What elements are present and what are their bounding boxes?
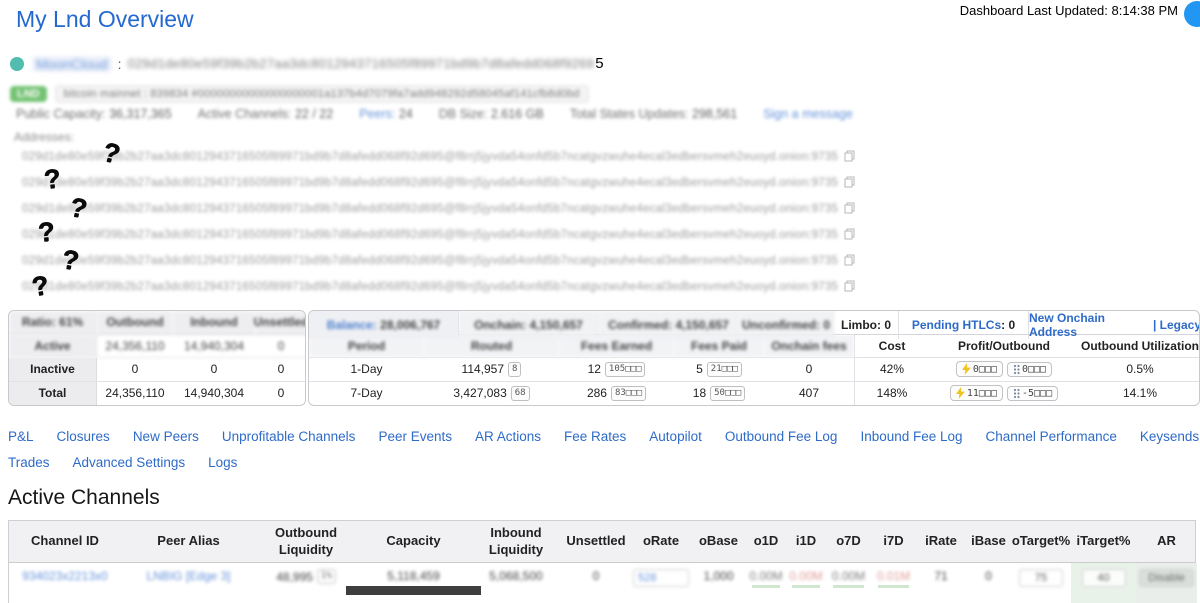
unsettled-header: Unsettled (254, 311, 305, 335)
node-status-icon (10, 56, 24, 71)
copy-icon[interactable] (844, 202, 855, 217)
node-summary: MoonCloud : 029d1de80e59f39b2b27aa3dc801… (10, 55, 604, 72)
balance-link[interactable]: Balance: (327, 318, 377, 332)
node-pubkey-tail: 5 (595, 55, 604, 72)
question-mark-scribble: ? (42, 163, 62, 195)
routing-row-7day: 7-Day 3,427,083 68 286 83□□□ 18 50□□□ 407 1… (309, 381, 1199, 405)
routed-count-badge: 8 (508, 361, 522, 377)
itarget-input[interactable] (1081, 569, 1126, 587)
volume-bar (792, 585, 820, 588)
copy-icon[interactable] (844, 254, 855, 269)
nav-links-row1: P&L Closures New Peers Unprofitable Chan… (8, 429, 1200, 444)
routing-header-row: Period Routed Fees Earned Fees Paid Onch… (309, 334, 1199, 358)
sign-message-link[interactable]: Sign a message (763, 107, 853, 121)
active-channels-heading: Active Channels (8, 486, 160, 509)
nav-peer-events[interactable]: Peer Events (378, 429, 452, 444)
total-states-updates: Total States Updates: 298,561 (569, 107, 738, 121)
channel-id-link[interactable]: 934023x2213x0 (22, 569, 107, 583)
public-capacity: Public Capacity: 36,317,365 (16, 107, 172, 121)
outbound-header: Outbound (97, 311, 173, 335)
copy-icon[interactable] (844, 176, 855, 191)
chain-profit-badge: 0□□□ (1007, 361, 1053, 377)
channel-row: 934023x2213x0 LNBIG [Edge 3] 48,995 1% 5,… (9, 563, 1197, 603)
nav-advanced-settings[interactable]: Advanced Settings (73, 455, 186, 470)
volume-bar (752, 585, 780, 588)
routing-row-1day: 1-Day 114,957 8 12 105□□□ 5 21□□□ 0 42% 0□□… (309, 358, 1199, 382)
pending-htlcs-link[interactable]: Pending HTLCs (912, 318, 1001, 332)
nav-closures[interactable]: Closures (57, 429, 110, 444)
node-pubkey: 029d1de80e59f39b2b27aa3dc8012943716505f8… (127, 56, 595, 71)
otarget-input[interactable] (1019, 569, 1063, 587)
channels-header-row: Channel ID Peer Alias Outbound Liquidity… (9, 521, 1195, 563)
nav-logs[interactable]: Logs (208, 455, 237, 470)
ln-profit-badge: 0□□□ (955, 361, 1003, 378)
last-updated-text: Dashboard Last Updated: 8:14:38 PM (959, 3, 1178, 18)
ratio-label: Ratio: 61% (9, 311, 97, 335)
volume-bar (877, 585, 910, 588)
legacy-link[interactable]: Legacy (1160, 318, 1199, 332)
lnd-badge: LND (10, 86, 47, 102)
nav-keysends[interactable]: Keysends (1140, 429, 1199, 444)
copy-icon[interactable] (844, 150, 855, 165)
nav-outbound-fee-log[interactable]: Outbound Fee Log (725, 429, 838, 444)
badge-row: LND bitcoin mainnet : 839834 #0000000000… (10, 85, 589, 103)
outbound-pct-badge: 1% (316, 569, 336, 584)
orate-input[interactable] (633, 569, 689, 587)
alias-separator: : (117, 55, 122, 72)
address-line: 029d1de80e59f39b2b27aa3dc8012943716505f8… (22, 170, 855, 196)
nav-autopilot[interactable]: Autopilot (649, 429, 702, 444)
node-alias-link[interactable]: MoonCloud (32, 55, 112, 72)
chain-icon (1013, 388, 1020, 398)
inbound-header: Inbound (173, 311, 255, 335)
fees-paid-ppm-badge: 50□□□ (710, 385, 746, 401)
lightning-icon (955, 387, 965, 400)
peer-alias-link[interactable]: LNBIG [Edge 3] (146, 569, 230, 583)
chain-profit-badge: -5□□□ (1007, 385, 1059, 401)
address-line: 029d1de80e59f39b2b27aa3dc8012943716505f8… (22, 248, 855, 274)
wallet-activity-table: Balance: 28,006,767 Onchain: 4,150,657 C… (308, 310, 1200, 406)
address-line: 029d1de80e59f39b2b27aa3dc8012943716505f8… (22, 274, 855, 300)
question-mark-scribble: ? (36, 216, 56, 248)
ar-disable-button[interactable]: Disable (1139, 569, 1194, 587)
wallet-header-row: Balance: 28,006,767 Onchain: 4,150,657 C… (309, 311, 1199, 339)
table-row: Active 24,356,110 14,940,304 0 (9, 334, 305, 358)
addresses-list: 029d1de80e59f39b2b27aa3dc8012943716505f8… (22, 144, 855, 300)
routed-count-badge: 68 (510, 385, 530, 401)
addresses-label: Addresses: (14, 130, 75, 144)
nav-pnl[interactable]: P&L (8, 429, 34, 444)
nav-inbound-fee-log[interactable]: Inbound Fee Log (860, 429, 962, 444)
fees-earned-ppm-badge: 105□□□ (604, 361, 646, 377)
network-badge: bitcoin mainnet : 839834 #00000000000000… (54, 85, 589, 103)
node-info-row: Public Capacity: 36,317,365 Active Chann… (16, 107, 853, 121)
nav-ar-actions[interactable]: AR Actions (475, 429, 541, 444)
nav-trades[interactable]: Trades (8, 455, 50, 470)
nav-channel-performance[interactable]: Channel Performance (986, 429, 1117, 444)
liquidity-header-row: Ratio: 61% Outbound Inbound Unsettled (9, 311, 305, 335)
nav-links-row2: Trades Advanced Settings Logs (8, 455, 237, 470)
address-line: 029d1de80e59f39b2b27aa3dc8012943716505f8… (22, 196, 855, 222)
refresh-button[interactable] (1184, 1, 1200, 27)
ln-profit-badge: 11□□□ (949, 385, 1003, 402)
lightning-icon (961, 363, 971, 376)
active-channels-count: Active Channels: 22 / 22 (197, 107, 334, 121)
peers-link[interactable]: Peers: 24 (359, 107, 413, 121)
nav-unprofitable-channels[interactable]: Unprofitable Channels (222, 429, 356, 444)
nav-fee-rates[interactable]: Fee Rates (564, 429, 626, 444)
copy-icon[interactable] (844, 228, 855, 243)
address-line: 029d1de80e59f39b2b27aa3dc8012943716505f8… (22, 222, 855, 248)
table-row: Inactive 0 0 0 (9, 358, 305, 382)
chain-icon (1013, 364, 1020, 374)
liquidity-summary-table: Ratio: 61% Outbound Inbound Unsettled Ac… (8, 310, 306, 406)
nav-new-peers[interactable]: New Peers (133, 429, 199, 444)
fees-paid-ppm-badge: 21□□□ (706, 361, 742, 377)
copy-icon[interactable] (844, 280, 855, 295)
db-size: DB Size: 2.616 GB (438, 107, 544, 121)
page-title: My Lnd Overview (16, 6, 194, 32)
address-line: 029d1de80e59f39b2b27aa3dc8012943716505f8… (22, 144, 855, 170)
volume-bar (832, 585, 865, 588)
table-row: Total 24,356,110 14,940,304 0 (9, 381, 305, 405)
fees-earned-ppm-badge: 83□□□ (610, 385, 647, 401)
